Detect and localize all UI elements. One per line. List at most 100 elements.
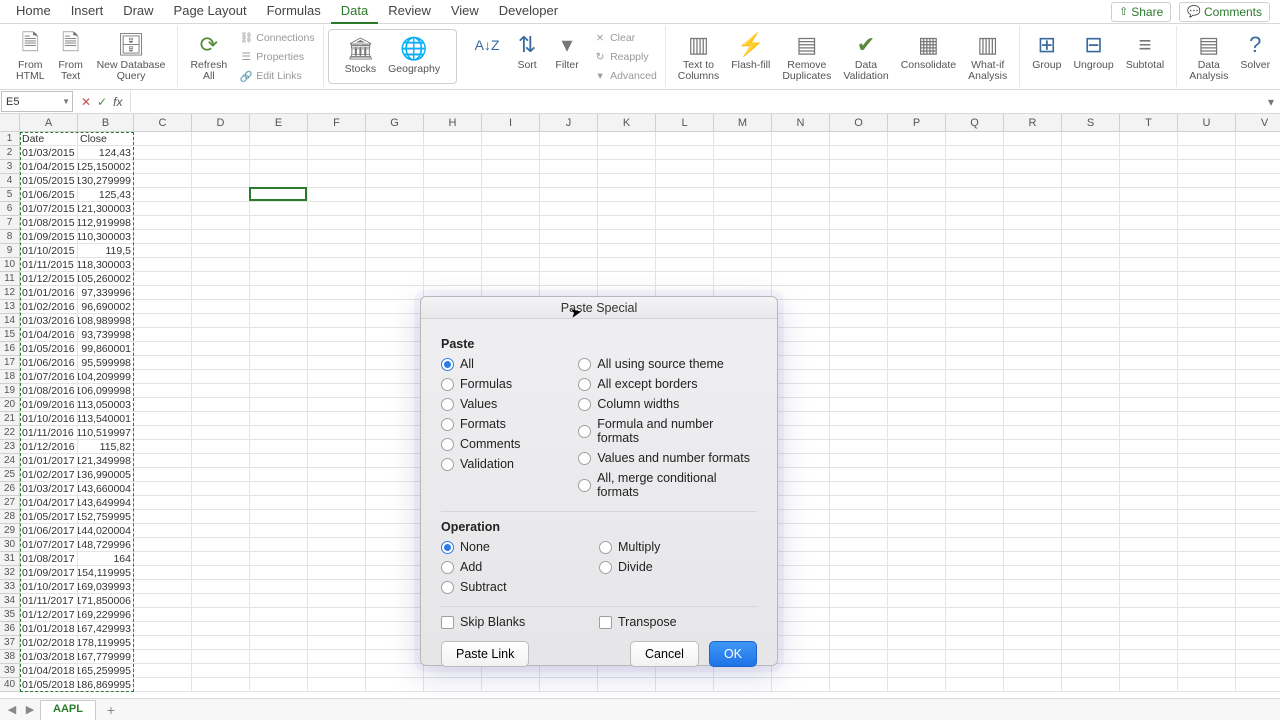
cell[interactable]: [830, 300, 888, 314]
row-header-27[interactable]: 27: [0, 496, 20, 510]
cell[interactable]: [946, 370, 1004, 384]
cell[interactable]: [540, 132, 598, 146]
cell[interactable]: [946, 426, 1004, 440]
cell[interactable]: [308, 384, 366, 398]
cell[interactable]: [946, 384, 1004, 398]
cell[interactable]: [888, 356, 946, 370]
cell[interactable]: [192, 594, 250, 608]
cell[interactable]: [1062, 538, 1120, 552]
cell[interactable]: [1004, 230, 1062, 244]
cell[interactable]: [1236, 552, 1280, 566]
cell[interactable]: [308, 650, 366, 664]
cell[interactable]: [1236, 384, 1280, 398]
cell[interactable]: [482, 258, 540, 272]
cell[interactable]: [946, 636, 1004, 650]
clear-button[interactable]: ⨯Clear: [591, 29, 659, 47]
cell[interactable]: 169,229996: [78, 608, 134, 622]
cell[interactable]: [250, 314, 308, 328]
cell[interactable]: [830, 342, 888, 356]
flash-fill-button[interactable]: ⚡Flash-fill: [725, 28, 776, 74]
cell[interactable]: [134, 496, 192, 510]
row-header-12[interactable]: 12: [0, 286, 20, 300]
cell[interactable]: [1236, 230, 1280, 244]
cell[interactable]: [1236, 510, 1280, 524]
cell[interactable]: [1062, 160, 1120, 174]
cell[interactable]: [1120, 594, 1178, 608]
cell[interactable]: 01/05/2018: [20, 678, 78, 692]
cell[interactable]: [424, 132, 482, 146]
cell[interactable]: 95,599998: [78, 356, 134, 370]
cell[interactable]: [192, 398, 250, 412]
cell[interactable]: [888, 552, 946, 566]
paste-radio-all-merge-conditional-formats[interactable]: All, merge conditional formats: [578, 471, 757, 499]
cell[interactable]: [888, 370, 946, 384]
cell[interactable]: [1004, 244, 1062, 258]
cell[interactable]: [772, 622, 830, 636]
cell[interactable]: [1178, 328, 1236, 342]
cell[interactable]: [1236, 482, 1280, 496]
cell[interactable]: [250, 272, 308, 286]
cell[interactable]: [1178, 678, 1236, 692]
cell[interactable]: [1004, 580, 1062, 594]
cell[interactable]: [1004, 440, 1062, 454]
cell[interactable]: [772, 314, 830, 328]
cell[interactable]: [366, 328, 424, 342]
cell[interactable]: [366, 496, 424, 510]
cell[interactable]: [598, 272, 656, 286]
cell[interactable]: [308, 244, 366, 258]
cell[interactable]: 119,5: [78, 244, 134, 258]
cell[interactable]: [250, 608, 308, 622]
cell[interactable]: [366, 664, 424, 678]
cell[interactable]: [134, 174, 192, 188]
cell[interactable]: [1178, 342, 1236, 356]
cell[interactable]: 01/10/2017: [20, 580, 78, 594]
cell[interactable]: [1004, 412, 1062, 426]
cell[interactable]: 01/05/2017: [20, 510, 78, 524]
cell[interactable]: [1004, 356, 1062, 370]
paste-radio-formulas[interactable]: Formulas: [441, 377, 578, 391]
cell[interactable]: 143,649994: [78, 496, 134, 510]
cell[interactable]: [1004, 328, 1062, 342]
column-header-M[interactable]: M: [714, 114, 772, 132]
cell[interactable]: [192, 580, 250, 594]
cell[interactable]: [598, 216, 656, 230]
cell[interactable]: [366, 370, 424, 384]
cell[interactable]: [366, 174, 424, 188]
paste-link-button[interactable]: Paste Link: [441, 641, 529, 667]
column-header-K[interactable]: K: [598, 114, 656, 132]
cell[interactable]: 01/08/2015: [20, 216, 78, 230]
cell[interactable]: [366, 356, 424, 370]
cell[interactable]: [134, 314, 192, 328]
row-header-18[interactable]: 18: [0, 370, 20, 384]
cell[interactable]: [1004, 160, 1062, 174]
stocks-button[interactable]: 🏛Stocks: [339, 32, 383, 78]
cell[interactable]: [250, 510, 308, 524]
cell[interactable]: [424, 202, 482, 216]
cell[interactable]: [250, 496, 308, 510]
cell[interactable]: [134, 286, 192, 300]
cell[interactable]: [772, 524, 830, 538]
cell[interactable]: [482, 202, 540, 216]
cell[interactable]: 01/10/2016: [20, 412, 78, 426]
cell[interactable]: [308, 216, 366, 230]
cell[interactable]: [1004, 482, 1062, 496]
cell[interactable]: 01/01/2017: [20, 454, 78, 468]
cell[interactable]: [772, 258, 830, 272]
cell[interactable]: 01/03/2018: [20, 650, 78, 664]
cell[interactable]: [830, 272, 888, 286]
row-header-7[interactable]: 7: [0, 216, 20, 230]
cell[interactable]: [772, 664, 830, 678]
cell[interactable]: [308, 230, 366, 244]
cell[interactable]: 01/07/2017: [20, 538, 78, 552]
cell[interactable]: [772, 412, 830, 426]
cell[interactable]: [1178, 314, 1236, 328]
cell[interactable]: 99,860001: [78, 342, 134, 356]
cell[interactable]: [1120, 202, 1178, 216]
cell[interactable]: [1004, 636, 1062, 650]
cell[interactable]: [1004, 286, 1062, 300]
cell[interactable]: [308, 594, 366, 608]
cell[interactable]: [1178, 664, 1236, 678]
cell[interactable]: [134, 664, 192, 678]
cell[interactable]: [250, 636, 308, 650]
cell[interactable]: [772, 440, 830, 454]
